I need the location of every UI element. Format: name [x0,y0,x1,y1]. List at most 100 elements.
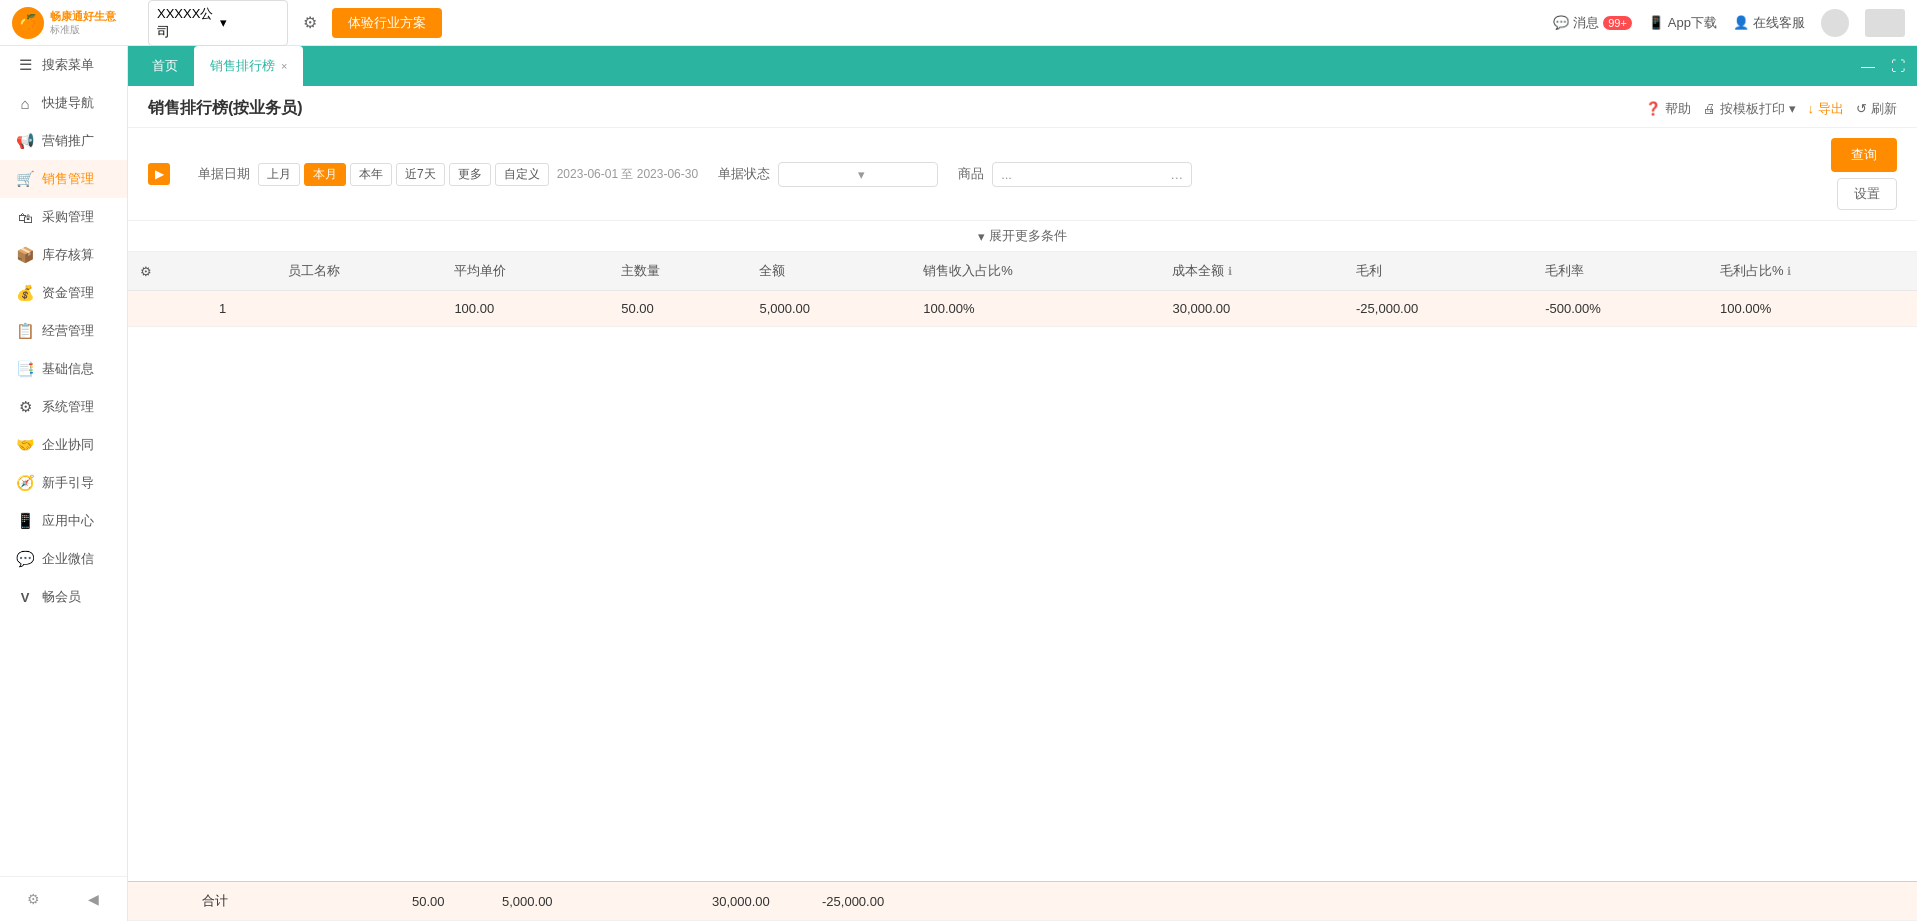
cost-info-icon[interactable]: ℹ [1228,265,1232,277]
finance-icon: 💰 [16,284,34,302]
goods-input[interactable]: ... … [992,162,1192,187]
page-header-actions: ❓ 帮助 🖨 按模板打印 ▾ ↓ 导出 [1645,100,1898,118]
row-rank: 1 [207,291,276,327]
date-btn-custom[interactable]: 自定义 [495,163,549,186]
col-rank [207,252,276,291]
tab-maximize-icon[interactable]: ⛶ [1887,54,1909,78]
footer-table: 合计 50.00 5,000.00 30,000.00 -25,000.00 [128,882,1917,921]
date-btn-7days[interactable]: 近7天 [396,163,445,186]
company-selector[interactable]: XXXXX公司 ▾ [148,0,288,46]
operations-icon: 📋 [16,322,34,340]
help-icon: ❓ [1645,101,1661,116]
app-download-button[interactable]: 📱 App下载 [1648,14,1717,32]
tab-home[interactable]: 首页 [136,46,194,86]
row-amount: 5,000.00 [747,291,911,327]
tab-bar-right: — ⛶ [1857,54,1909,78]
sidebar-item-purchase[interactable]: 🛍 采购管理 [0,198,127,236]
help-button[interactable]: ❓ 帮助 [1645,100,1691,118]
sidebar-item-inventory[interactable]: 📦 库存核算 [0,236,127,274]
service-icon: 👤 [1733,15,1749,30]
settings-button[interactable]: 设置 [1837,178,1897,210]
filter-bar: ▶ 单据日期 上月 本月 本年 近7天 更多 自定义 2023- [128,128,1917,221]
sidebar-item-marketing[interactable]: 📢 营销推广 [0,122,127,160]
expand-more-button[interactable]: ▾ 展开更多条件 [978,227,1067,245]
status-chevron-icon: ▾ [858,167,929,182]
sales-icon: 🛒 [16,170,34,188]
goods-filter-label: 商品 [958,165,984,183]
footer-label: 合计 [190,882,310,921]
filter-toggle-arrow[interactable]: ▶ [148,163,170,185]
row-profit-pct: 100.00% [1708,291,1917,327]
row-employee [276,291,443,327]
sidebar-item-enterprise-wechat[interactable]: 💬 企业微信 [0,540,127,578]
sidebar-settings-button[interactable]: ⚙ [8,885,60,913]
guide-icon: 🧭 [16,474,34,492]
refresh-button[interactable]: ↺ 刷新 [1856,100,1897,118]
sidebar-collapse-button[interactable]: ◀ [68,885,120,913]
tab-bar: 首页 销售排行榜 × — ⛶ [128,46,1917,86]
sidebar-item-guide[interactable]: 🧭 新手引导 [0,464,127,502]
footer-profit: -25,000.00 [810,882,1521,921]
wechat-icon: 💬 [16,550,34,568]
sidebar-item-quick-nav[interactable]: ⌂ 快捷导航 [0,84,127,122]
goods-filter-group: 商品 ... … [958,162,1192,187]
filter-right-actions: 查询 设置 [1831,138,1897,210]
sidebar-item-basic-info[interactable]: 📑 基础信息 [0,350,127,388]
status-select[interactable]: ▾ [778,162,938,187]
date-filter-buttons: 上月 本月 本年 近7天 更多 自定义 [258,163,549,186]
company-settings-icon[interactable]: ⚙ [296,9,324,37]
sidebar-item-member[interactable]: V 畅会员 [0,578,127,616]
date-btn-this-year[interactable]: 本年 [350,163,392,186]
footer-cost: 30,000.00 [700,882,810,921]
sidebar: ☰ 搜索菜单 ⌂ 快捷导航 📢 营销推广 🛒 销售管理 🛍 采购管理 📦 库 [0,46,128,921]
trial-button[interactable]: 体验行业方案 [332,8,442,38]
expand-bar: ▾ 展开更多条件 [128,221,1917,252]
message-icon: 💬 [1553,15,1569,30]
date-btn-last-month[interactable]: 上月 [258,163,300,186]
table-container: ⚙ 员工名称 平均单价 主数量 [128,252,1917,881]
sidebar-item-search-order[interactable]: ☰ 搜索菜单 [0,46,127,84]
sidebar-item-app-center[interactable]: 📱 应用中心 [0,502,127,540]
row-qty: 50.00 [609,291,747,327]
col-settings[interactable]: ⚙ [128,252,207,291]
date-range-display: 2023-06-01 至 2023-06-30 [557,166,698,183]
row-profit: -25,000.00 [1344,291,1533,327]
date-btn-more[interactable]: 更多 [449,163,491,186]
table-footer: 合计 50.00 5,000.00 30,000.00 -25,000.00 [128,881,1917,921]
online-service-button[interactable]: 👤 在线客服 [1733,14,1805,32]
sidebar-item-enterprise-collab[interactable]: 🤝 企业协同 [0,426,127,464]
purchase-icon: 🛍 [16,209,34,226]
page-inner: 销售排行榜(按业务员) ❓ 帮助 🖨 按模板打印 ▾ [128,86,1917,921]
row-profit-rate: -500.00% [1533,291,1708,327]
marketing-icon: 📢 [16,132,34,150]
sidebar-item-finance[interactable]: 💰 资金管理 [0,274,127,312]
message-badge: 99+ [1603,16,1632,30]
tab-minimize-icon[interactable]: — [1857,54,1879,78]
col-profit-pct: 毛利占比% ℹ [1708,252,1917,291]
query-button[interactable]: 查询 [1831,138,1897,172]
col-profit-rate: 毛利率 [1533,252,1708,291]
col-employee: 员工名称 [276,252,443,291]
col-cost: 成本全额 ℹ [1160,252,1344,291]
avatar-extra [1865,9,1905,37]
basic-info-icon: 📑 [16,360,34,378]
main-content: 销售排行榜(按业务员) ❓ 帮助 🖨 按模板打印 ▾ [128,86,1917,921]
export-button[interactable]: ↓ 导出 [1808,100,1845,118]
print-button[interactable]: 🖨 按模板打印 ▾ [1703,100,1796,118]
export-icon: ↓ [1808,101,1815,116]
avatar[interactable] [1821,9,1849,37]
table-row: 1 100.00 50.00 [128,291,1917,327]
tab-close-icon[interactable]: × [281,60,287,72]
sidebar-item-system[interactable]: ⚙ 系统管理 [0,388,127,426]
row-settings-col [128,291,207,327]
tab-sales-ranking[interactable]: 销售排行榜 × [194,46,303,86]
sidebar-item-sales[interactable]: 🛒 销售管理 [0,160,127,198]
data-table: ⚙ 员工名称 平均单价 主数量 [128,252,1917,327]
date-btn-this-month[interactable]: 本月 [304,163,346,186]
message-button[interactable]: 💬 消息 99+ [1553,14,1632,32]
topbar-right: 💬 消息 99+ 📱 App下载 👤 在线客服 [1553,9,1905,37]
profit-pct-info-icon[interactable]: ℹ [1787,265,1791,277]
sidebar-item-operations[interactable]: 📋 经营管理 [0,312,127,350]
app-center-icon: 📱 [16,512,34,530]
goods-ellipsis-icon: … [1170,167,1183,182]
